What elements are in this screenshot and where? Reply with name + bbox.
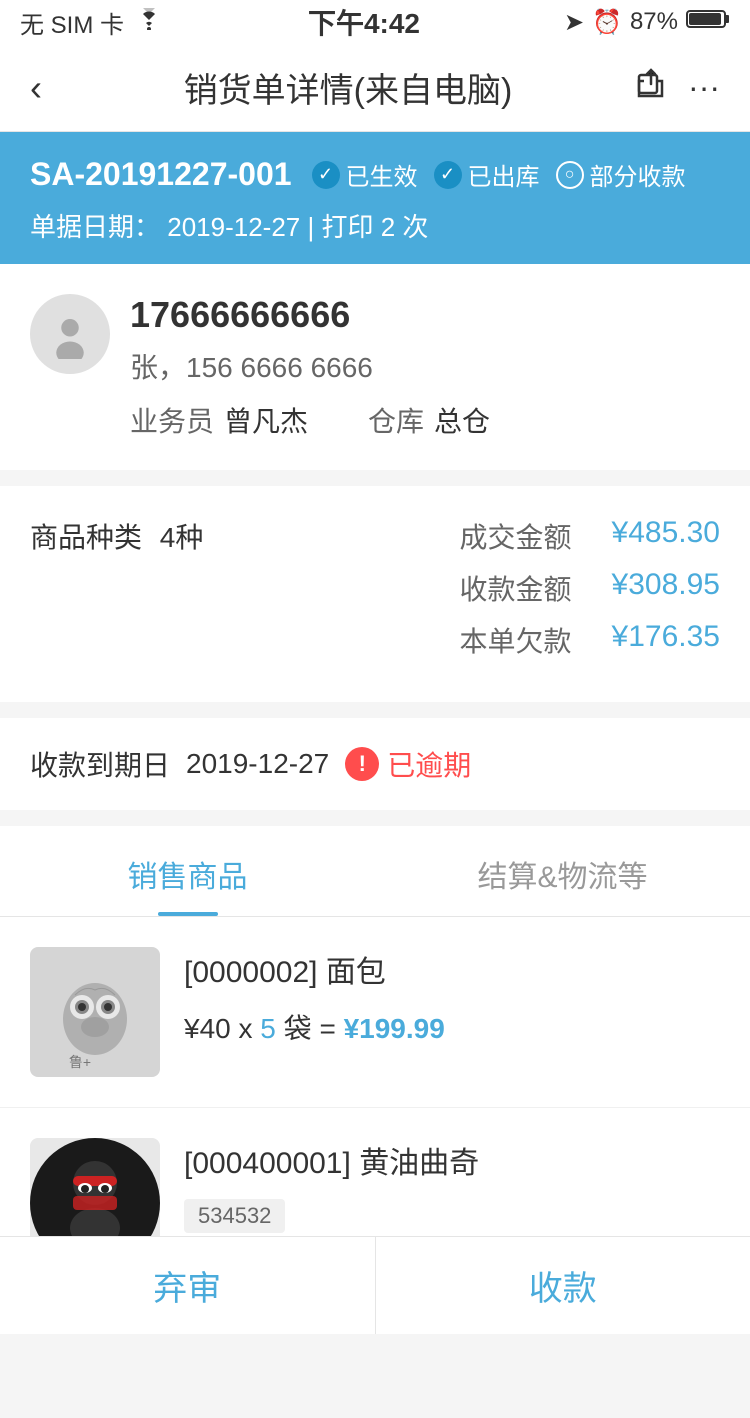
product-unit-price-1: ¥40 <box>184 1013 231 1044</box>
order-date-label: 单据日期： <box>30 212 160 242</box>
product-name-1: [0000002] 面包 <box>184 947 720 991</box>
collected-row: 收款金额 ¥308.95 <box>460 568 720 608</box>
print-suffix: 次 <box>402 212 428 242</box>
product-name-text-2: 黄油曲奇 <box>359 1147 479 1180</box>
overdue-badge: ! 已逾期 <box>345 744 471 784</box>
deal-amount-row: 成交金额 ¥485.30 <box>460 516 720 556</box>
page-title: 销货单详情(来自电脑) <box>62 63 634 112</box>
badge-shipped-label: 已出库 <box>468 157 540 192</box>
product-qty-1: 5 <box>260 1013 276 1044</box>
tab-settlement[interactable]: 结算&物流等 <box>375 826 750 916</box>
status-badges: ✓ 已生效 ✓ 已出库 ○ 部分收款 <box>312 157 686 192</box>
order-number: SA-20191227-001 <box>30 156 292 193</box>
product-type-count: 4种 <box>160 522 204 553</box>
order-date-value: 2019-12-27 <box>167 212 300 242</box>
product-tag-2: 534532 <box>184 1199 285 1233</box>
badge-shipped: ✓ 已出库 <box>434 157 540 192</box>
product-details-1: [0000002] 面包 ¥40 x 5 袋 = ¥199.99 <box>184 947 720 1047</box>
order-header-top: SA-20191227-001 ✓ 已生效 ✓ 已出库 ○ 部分收款 <box>30 156 720 193</box>
warehouse-name: 总仓 <box>434 400 490 440</box>
badge-effective: ✓ 已生效 <box>312 157 418 192</box>
deal-amount-label: 成交金额 <box>460 516 572 556</box>
order-header: SA-20191227-001 ✓ 已生效 ✓ 已出库 ○ 部分收款 单据日期：… <box>0 132 750 264</box>
product-thumb-1: 鲁+ <box>30 947 160 1077</box>
check-icon-1: ✓ <box>312 161 340 189</box>
collect-payment-button[interactable]: 收款 <box>376 1237 750 1334</box>
debt-label: 本单欠款 <box>460 620 572 660</box>
product-name-text-1: 面包 <box>326 956 386 989</box>
sales-label: 业务员 <box>130 400 214 440</box>
due-section: 收款到期日 2019-12-27 ! 已逾期 <box>0 718 750 810</box>
bottom-bar: 弃审 收款 <box>0 1236 750 1334</box>
product-unit-1: 袋 <box>284 1013 312 1044</box>
print-separator: | 打印 <box>307 212 380 242</box>
customer-info: 17666666666 张，156 6666 6666 业务员 曾凡杰 仓库 总… <box>130 294 720 440</box>
product-eq-1: = <box>319 1013 343 1044</box>
tabs: 销售商品 结算&物流等 <box>0 826 750 916</box>
overdue-icon: ! <box>345 747 379 781</box>
svg-text:鲁+: 鲁+ <box>69 1054 91 1070</box>
location-icon: ➤ <box>564 8 584 37</box>
status-left: 无 SIM 卡 <box>20 5 164 40</box>
warehouse-label: 仓库 <box>368 400 424 440</box>
battery-icon <box>686 8 730 37</box>
tab-products[interactable]: 销售商品 <box>0 826 375 916</box>
collected-label: 收款金额 <box>460 568 572 608</box>
customer-section: 17666666666 张，156 6666 6666 业务员 曾凡杰 仓库 总… <box>0 264 750 470</box>
wifi-icon <box>134 8 164 37</box>
product-price-1: ¥40 x 5 袋 = ¥199.99 <box>184 1007 720 1047</box>
customer-name-phone: 张，156 6666 6666 <box>130 346 720 386</box>
print-count: 2 <box>381 212 395 242</box>
product-type-item: 商品种类 4种 <box>30 516 213 556</box>
product-x-1: x <box>239 1013 261 1044</box>
collected-value: ¥308.95 <box>612 568 720 608</box>
carrier-label: 无 SIM 卡 <box>20 5 124 40</box>
order-date-row: 单据日期： 2019-12-27 | 打印 2 次 <box>30 207 720 244</box>
product-type-label: 商品种类 <box>30 522 142 553</box>
product-name-2: [000400001] 黄油曲奇 <box>184 1138 720 1182</box>
share-icon[interactable] <box>634 67 668 109</box>
sales-name: 曾凡杰 <box>224 400 308 440</box>
due-date-value: 2019-12-27 <box>186 748 329 780</box>
customer-meta: 业务员 曾凡杰 仓库 总仓 <box>130 400 720 440</box>
product-code-2: [000400001] <box>184 1147 351 1180</box>
nav-bar: ‹ 销货单详情(来自电脑) ··· <box>0 44 750 132</box>
stats-left: 商品种类 4种 <box>30 516 213 672</box>
nav-actions: ··· <box>634 67 720 109</box>
stats-section: 商品种类 4种 成交金额 ¥485.30 收款金额 ¥308.95 本单欠款 ¥… <box>0 486 750 702</box>
badge-partial: ○ 部分收款 <box>556 157 686 192</box>
status-time: 下午4:42 <box>308 2 420 42</box>
alarm-icon: ⏰ <box>592 8 622 37</box>
product-total-1: ¥199.99 <box>344 1013 445 1044</box>
badge-effective-label: 已生效 <box>346 157 418 192</box>
status-bar: 无 SIM 卡 下午4:42 ➤ ⏰ 87% <box>0 0 750 44</box>
tabs-section: 销售商品 结算&物流等 <box>0 826 750 917</box>
status-right: ➤ ⏰ 87% <box>564 8 730 37</box>
clock-icon: ○ <box>556 161 584 189</box>
deal-amount-value: ¥485.30 <box>612 516 720 556</box>
product-item-1: 鲁+ [0000002] 面包 ¥40 x 5 袋 = ¥199.99 <box>0 917 750 1108</box>
stats-right: 成交金额 ¥485.30 收款金额 ¥308.95 本单欠款 ¥176.35 <box>460 516 720 672</box>
due-date-label: 收款到期日 <box>30 744 170 784</box>
warehouse-item: 仓库 总仓 <box>368 400 490 440</box>
more-icon[interactable]: ··· <box>688 69 720 106</box>
sales-item: 业务员 曾凡杰 <box>130 400 308 440</box>
cancel-review-button[interactable]: 弃审 <box>0 1237 376 1334</box>
debt-row: 本单欠款 ¥176.35 <box>460 620 720 660</box>
back-button[interactable]: ‹ <box>30 67 42 109</box>
overdue-label: 已逾期 <box>387 744 471 784</box>
customer-phone-display: 17666666666 <box>130 294 720 336</box>
debt-value: ¥176.35 <box>612 620 720 660</box>
badge-partial-label: 部分收款 <box>590 157 686 192</box>
check-icon-2: ✓ <box>434 161 462 189</box>
customer-avatar <box>30 294 110 374</box>
product-code-1: [0000002] <box>184 956 317 989</box>
battery-label: 87% <box>630 8 678 36</box>
